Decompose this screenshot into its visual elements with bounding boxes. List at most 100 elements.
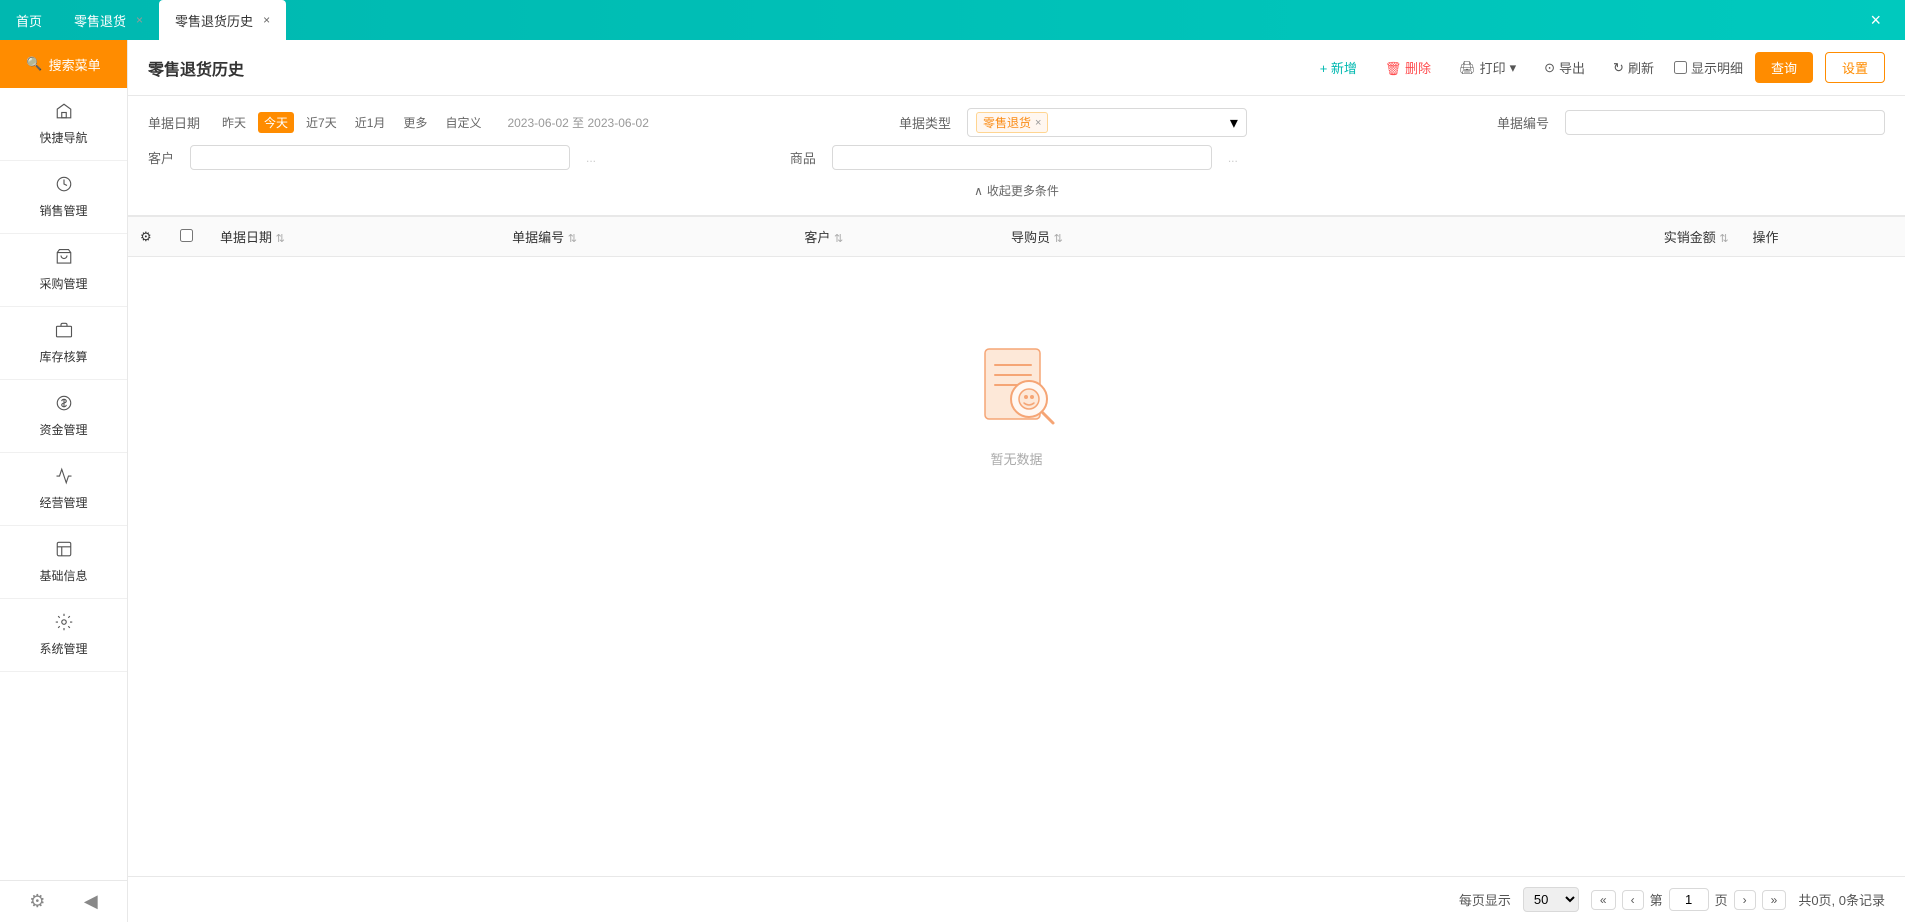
last-page-button[interactable]: » xyxy=(1762,890,1787,910)
settings-gear-icon[interactable]: ⚙ xyxy=(29,891,45,912)
th-operations-label: 操作 xyxy=(1753,230,1779,245)
tab-bar: 首页 零售退货 × 零售退货历史 × xyxy=(0,0,1862,40)
table-footer: 每页显示 10 20 50 100 « ‹ 第 页 › » 共0页, 0条记录 xyxy=(128,876,1905,922)
th-checkbox xyxy=(168,217,208,257)
goods-dots: ... xyxy=(1228,151,1238,165)
tab-retail-return[interactable]: 零售退货 × xyxy=(58,0,159,40)
new-button[interactable]: + 新增 xyxy=(1312,54,1365,81)
date-btn-yesterday[interactable]: 昨天 xyxy=(216,112,252,133)
sidebar-item-finance[interactable]: 资金管理 xyxy=(0,380,127,453)
empty-icon xyxy=(967,337,1067,437)
tab-home-label: 首页 xyxy=(16,11,42,30)
query-button[interactable]: 查询 xyxy=(1755,52,1813,83)
th-guide-label: 导购员 xyxy=(1011,230,1050,245)
refresh-label: 刷新 xyxy=(1628,58,1654,77)
date-btn-custom[interactable]: 自定义 xyxy=(439,112,487,133)
bill-no-sort-icon[interactable]: ⇅ xyxy=(568,233,577,245)
data-table: ⚙ 单据日期 ⇅ 单据编号 ⇅ xyxy=(128,216,1905,257)
refresh-icon: ↻ xyxy=(1613,60,1624,76)
goods-input[interactable] xyxy=(832,145,1212,170)
main-layout: 🔍 搜索菜单 快捷导航 销售管理 采购管理 库存核算 xyxy=(0,40,1905,922)
show-detail-checkbox-area: 显示明细 xyxy=(1674,58,1743,77)
empty-state: 暂无数据 xyxy=(128,257,1905,508)
refresh-button[interactable]: ↻ 刷新 xyxy=(1605,54,1662,81)
system-icon xyxy=(55,613,73,636)
delete-button[interactable]: 🗑 删除 xyxy=(1377,54,1439,81)
tab-retail-return-history-close[interactable]: × xyxy=(263,13,270,27)
select-all-checkbox[interactable] xyxy=(180,229,193,242)
type-dropdown-icon: ▾ xyxy=(1230,113,1238,133)
sidebar-basic-info-label: 基础信息 xyxy=(39,567,87,584)
th-guide: 导购员 ⇅ xyxy=(999,217,1248,257)
window-close-button[interactable]: × xyxy=(1862,10,1889,31)
prev-page-button[interactable]: ‹ xyxy=(1622,890,1644,910)
date-btn-7days[interactable]: 近7天 xyxy=(300,112,343,133)
inventory-icon xyxy=(55,321,73,344)
page-header: 零售退货历史 + 新增 🗑 删除 🖨 打印 ▾ ⊙ 导出 ↻ 刷新 xyxy=(128,40,1905,96)
date-btn-more[interactable]: 更多 xyxy=(397,112,433,133)
sidebar-quick-nav-label: 快捷导航 xyxy=(39,129,87,146)
sidebar-item-basic-info[interactable]: 基础信息 xyxy=(0,526,127,599)
th-bill-no: 单据编号 ⇅ xyxy=(500,217,792,257)
export-label: 导出 xyxy=(1559,58,1585,77)
sidebar-item-quick-nav[interactable]: 快捷导航 xyxy=(0,88,127,161)
sidebar-item-inventory[interactable]: 库存核算 xyxy=(0,307,127,380)
page-word: 第 xyxy=(1650,890,1663,909)
sidebar-item-system[interactable]: 系统管理 xyxy=(0,599,127,672)
show-detail-label: 显示明细 xyxy=(1691,58,1743,77)
home-icon xyxy=(55,102,73,125)
th-actual-amount-label: 实销金额 xyxy=(1664,230,1716,245)
th-customer-label: 客户 xyxy=(804,230,830,245)
type-filter-input[interactable]: 零售退货 × ▾ xyxy=(967,108,1247,137)
sidebar-operations-label: 经营管理 xyxy=(39,494,87,511)
page-size-label: 每页显示 xyxy=(1459,890,1511,909)
show-detail-checkbox[interactable] xyxy=(1674,61,1687,74)
date-buttons: 昨天 今天 近7天 近1月 更多 自定义 xyxy=(216,112,487,133)
sidebar-item-sales[interactable]: 销售管理 xyxy=(0,161,127,234)
collapse-up-icon: ∧ xyxy=(974,184,983,198)
bill-no-filter-label: 单据编号 xyxy=(1497,113,1549,132)
sidebar-item-operations[interactable]: 经营管理 xyxy=(0,453,127,526)
page-number-input[interactable] xyxy=(1669,888,1709,911)
total-records-label: 共0页, 0条记录 xyxy=(1798,890,1885,909)
sales-icon xyxy=(55,175,73,198)
bill-date-sort-icon[interactable]: ⇅ xyxy=(276,233,285,245)
date-filter-label: 单据日期 xyxy=(148,113,200,132)
th-operations: 操作 xyxy=(1741,217,1905,257)
bill-no-input[interactable] xyxy=(1565,110,1885,135)
date-range-display: 2023-06-02 至 2023-06-02 xyxy=(507,114,648,131)
search-icon: 🔍 xyxy=(26,56,42,72)
finance-icon xyxy=(55,394,73,417)
tab-retail-return-close[interactable]: × xyxy=(136,13,143,27)
first-page-button[interactable]: « xyxy=(1591,890,1616,910)
th-bill-date-label: 单据日期 xyxy=(220,230,272,245)
amount-sort-icon[interactable]: ⇅ xyxy=(1719,233,1728,245)
type-tag-label: 零售退货 xyxy=(983,114,1031,131)
filter-row-1: 单据日期 昨天 今天 近7天 近1月 更多 自定义 2023-06-02 至 2… xyxy=(148,108,1885,137)
guide-sort-icon[interactable]: ⇅ xyxy=(1054,233,1063,245)
type-tag-close[interactable]: × xyxy=(1035,117,1041,129)
date-btn-1month[interactable]: 近1月 xyxy=(349,112,392,133)
content-area: 零售退货历史 + 新增 🗑 删除 🖨 打印 ▾ ⊙ 导出 ↻ 刷新 xyxy=(128,40,1905,922)
tab-retail-return-history-label: 零售退货历史 xyxy=(175,11,253,30)
settings-button[interactable]: 设置 xyxy=(1825,52,1885,83)
date-btn-today[interactable]: 今天 xyxy=(258,112,294,133)
settings-column-icon[interactable]: ⚙ xyxy=(140,229,152,244)
empty-text: 暂无数据 xyxy=(990,449,1042,468)
search-menu-button[interactable]: 🔍 搜索菜单 xyxy=(0,40,127,88)
page-size-select[interactable]: 10 20 50 100 xyxy=(1523,887,1579,912)
collapse-filter-button[interactable]: ∧ 收起更多条件 xyxy=(970,178,1063,203)
tab-retail-return-history[interactable]: 零售退货历史 × xyxy=(159,0,286,40)
customer-sort-icon[interactable]: ⇅ xyxy=(834,233,843,245)
customer-dots: ... xyxy=(586,151,596,165)
collapse-sidebar-icon[interactable]: ◀ xyxy=(84,891,98,912)
sidebar-purchase-label: 采购管理 xyxy=(39,275,87,292)
filter-row-2: 客户 ... 商品 ... xyxy=(148,145,1885,170)
page-title: 零售退货历史 xyxy=(148,56,244,80)
tab-home[interactable]: 首页 xyxy=(0,0,58,40)
customer-input[interactable] xyxy=(190,145,570,170)
export-button[interactable]: ⊙ 导出 xyxy=(1536,54,1593,81)
sidebar-item-purchase[interactable]: 采购管理 xyxy=(0,234,127,307)
next-page-button[interactable]: › xyxy=(1734,890,1756,910)
print-button[interactable]: 🖨 打印 ▾ xyxy=(1451,54,1524,81)
